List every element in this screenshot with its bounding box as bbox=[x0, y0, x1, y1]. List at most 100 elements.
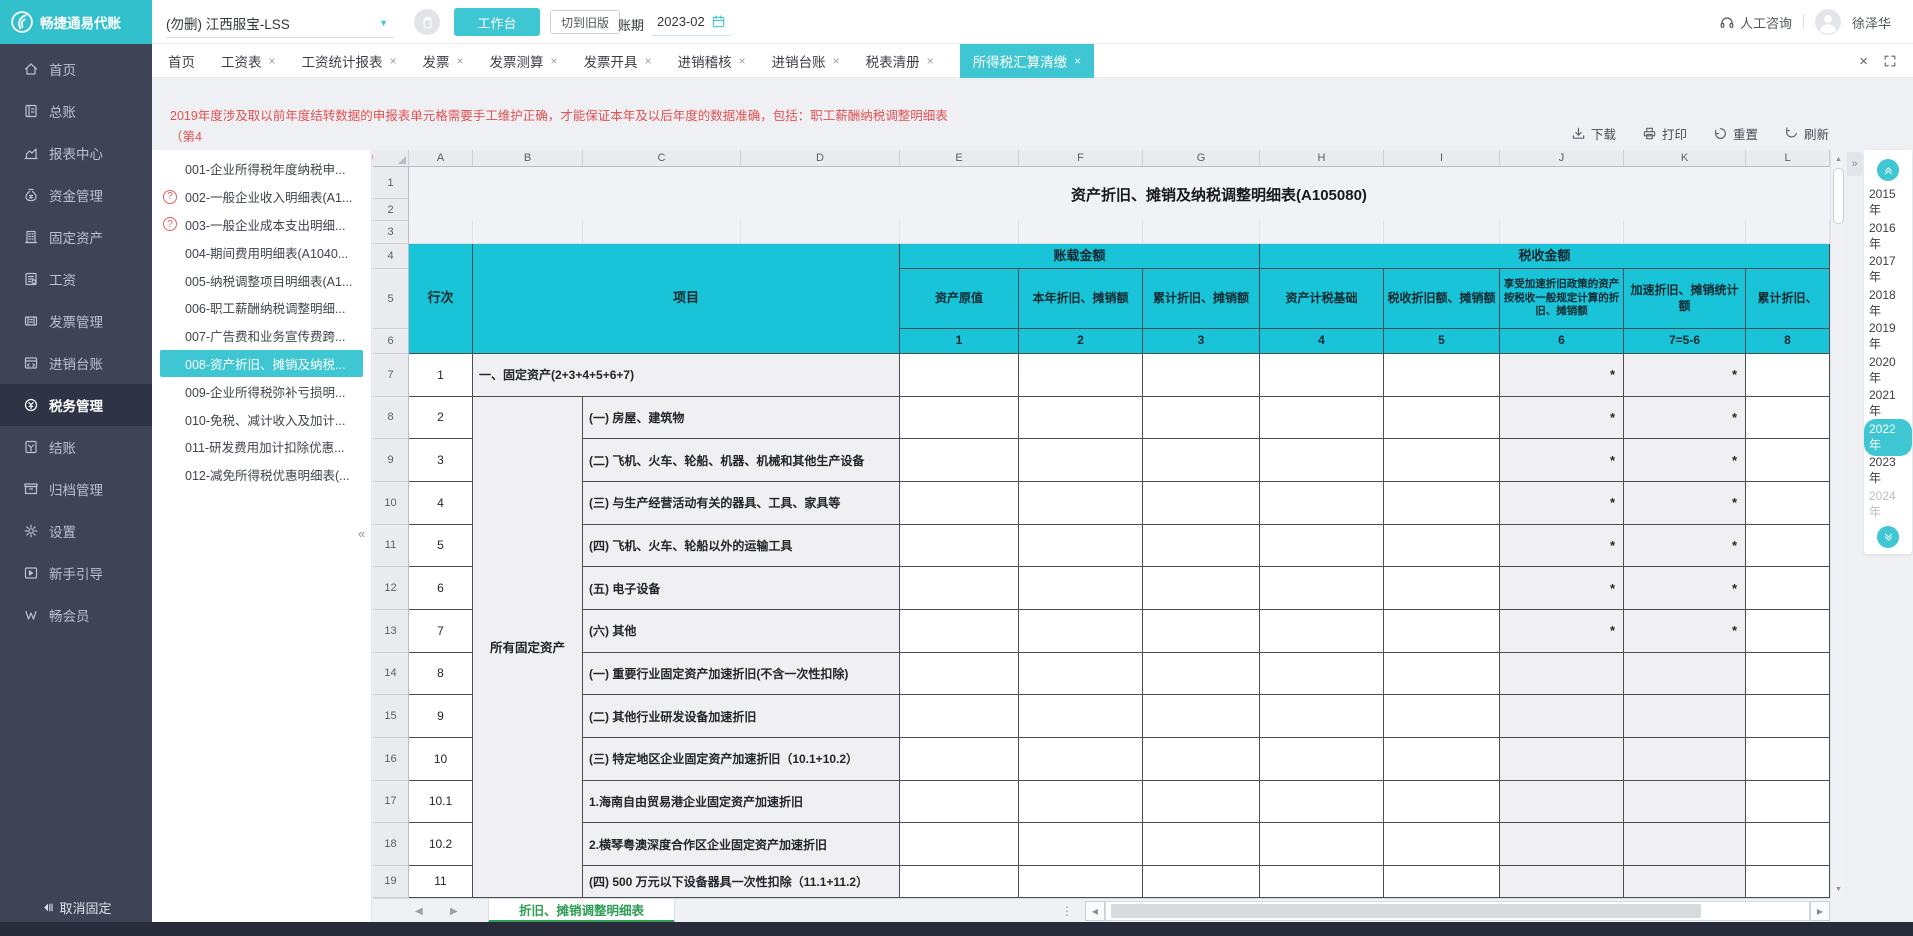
cell-lineno-6[interactable]: 6 bbox=[409, 567, 473, 610]
cell-G-row11[interactable] bbox=[1143, 524, 1260, 568]
tab-6[interactable]: 进销稽核 × bbox=[678, 44, 746, 78]
cell-J-row14[interactable] bbox=[1500, 652, 1624, 696]
cell-I-row9[interactable] bbox=[1384, 439, 1500, 482]
column-header-F[interactable]: F bbox=[1019, 150, 1143, 167]
cell-lineno-11[interactable]: 11 bbox=[409, 866, 473, 898]
header-colnum-1[interactable]: 1 bbox=[900, 329, 1019, 354]
empty-cell[interactable] bbox=[900, 221, 1019, 244]
cell-G-row9[interactable] bbox=[1143, 439, 1260, 482]
cell-E-row15[interactable] bbox=[900, 695, 1019, 738]
tab-2[interactable]: 工资统计报表 × bbox=[302, 44, 397, 78]
empty-cell[interactable] bbox=[1746, 221, 1830, 244]
tab-close-icon[interactable]: × bbox=[645, 54, 652, 68]
tab-7[interactable]: 进销台账 × bbox=[772, 44, 840, 78]
cell-L-row16[interactable] bbox=[1746, 738, 1830, 781]
tab-4[interactable]: 发票测算 × bbox=[490, 44, 558, 78]
header-colnum-8[interactable]: 8 bbox=[1746, 329, 1830, 354]
cell-I-row18[interactable] bbox=[1384, 823, 1500, 866]
row-header-14[interactable]: 14 bbox=[373, 652, 409, 696]
row-header-19[interactable]: 19 bbox=[373, 866, 409, 898]
column-header-K[interactable]: K bbox=[1624, 150, 1746, 167]
header-book-group[interactable]: 账载金额 bbox=[900, 244, 1260, 269]
tab-3[interactable]: 发票 × bbox=[423, 44, 464, 78]
year-2015年[interactable]: 2015年 bbox=[1864, 186, 1912, 220]
header-item[interactable]: 项目 bbox=[473, 244, 900, 354]
cell-J-row19[interactable] bbox=[1500, 866, 1624, 898]
cell-H-row18[interactable] bbox=[1260, 823, 1384, 866]
cell-E-row9[interactable] bbox=[900, 439, 1019, 482]
cell-J-row7[interactable]: * bbox=[1500, 354, 1624, 397]
row-header-6[interactable]: 6 bbox=[373, 329, 409, 354]
cell-H-row17[interactable] bbox=[1260, 780, 1384, 824]
support-button[interactable]: 人工咨询 bbox=[1719, 13, 1792, 32]
cell-L-row8[interactable] bbox=[1746, 396, 1830, 440]
cell-L-row9[interactable] bbox=[1746, 439, 1830, 482]
cell-J-row11[interactable]: * bbox=[1500, 524, 1624, 568]
cell-E-row11[interactable] bbox=[900, 524, 1019, 568]
tab-close-icon[interactable]: × bbox=[457, 54, 464, 68]
cell-I-row14[interactable] bbox=[1384, 652, 1500, 696]
empty-cell[interactable] bbox=[741, 221, 900, 244]
cell-lineno-3[interactable]: 3 bbox=[409, 439, 473, 482]
cell-H-row13[interactable] bbox=[1260, 610, 1384, 653]
report-item-4[interactable]: 005-纳税调整项目明细表(A1... bbox=[152, 266, 371, 294]
header-col-6[interactable]: 享受加速折旧政策的资产按税收一般规定计算的折旧、摊销额 bbox=[1500, 269, 1624, 329]
cell-F-row15[interactable] bbox=[1019, 695, 1143, 738]
cell-lineno-9[interactable]: 9 bbox=[409, 695, 473, 738]
cell-H-row11[interactable] bbox=[1260, 524, 1384, 568]
sidebar-item-fixed-assets[interactable]: 固定资产 bbox=[0, 216, 152, 258]
cell-K-row8[interactable]: * bbox=[1624, 396, 1746, 440]
cell-J-row16[interactable] bbox=[1500, 738, 1624, 781]
year-2018年[interactable]: 2018年 bbox=[1864, 287, 1912, 321]
cell-K-row15[interactable] bbox=[1624, 695, 1746, 738]
cell-E-row16[interactable] bbox=[900, 738, 1019, 781]
cell-K-row16[interactable] bbox=[1624, 738, 1746, 781]
sheet-title[interactable]: 资产折旧、摊销及纳税调整明细表(A105080) bbox=[409, 167, 1830, 221]
cell-lineno-10[interactable]: 10 bbox=[409, 738, 473, 781]
report-item-2[interactable]: ? 003-一般企业成本支出明细... bbox=[152, 211, 371, 239]
year-2019年[interactable]: 2019年 bbox=[1864, 320, 1912, 354]
report-item-0[interactable]: 001-企业所得税年度纳税申... bbox=[152, 155, 371, 183]
header-tax-group[interactable]: 税收金额 bbox=[1260, 244, 1830, 269]
cell-H-row8[interactable] bbox=[1260, 396, 1384, 440]
cell-F-row16[interactable] bbox=[1019, 738, 1143, 781]
refresh-button[interactable]: 刷新 bbox=[1784, 124, 1829, 143]
sidebar-item-member[interactable]: 畅会员 bbox=[0, 594, 152, 636]
header-col-7[interactable]: 加速折旧、摊销统计额 bbox=[1624, 269, 1746, 329]
avatar[interactable] bbox=[1814, 9, 1841, 35]
cell-F-row13[interactable] bbox=[1019, 610, 1143, 653]
sidebar-item-invoice[interactable]: 发票管理 bbox=[0, 300, 152, 342]
cell-H-row15[interactable] bbox=[1260, 695, 1384, 738]
cell-F-row12[interactable] bbox=[1019, 567, 1143, 610]
cell-E-row13[interactable] bbox=[900, 610, 1019, 653]
cell-H-row19[interactable] bbox=[1260, 866, 1384, 898]
unpin-sidebar-button[interactable]: 取消固定 bbox=[0, 892, 152, 922]
empty-cell[interactable] bbox=[409, 221, 473, 244]
cell-G-row17[interactable] bbox=[1143, 780, 1260, 824]
column-header-L[interactable]: L bbox=[1746, 150, 1830, 167]
header-col-5[interactable]: 税收折旧额、摊销额 bbox=[1384, 269, 1500, 329]
cell-G-row14[interactable] bbox=[1143, 652, 1260, 696]
cell-J-row9[interactable]: * bbox=[1500, 439, 1624, 482]
column-header-I[interactable]: I bbox=[1384, 150, 1500, 167]
cell-item-8[interactable]: (一) 重要行业固定资产加速折旧(不含一次性扣除) bbox=[583, 652, 900, 696]
cell-item-10.2[interactable]: 2.横琴粤澳深度合作区企业固定资产加速折旧 bbox=[583, 823, 900, 866]
cell-L-row17[interactable] bbox=[1746, 780, 1830, 824]
cell-L-row15[interactable] bbox=[1746, 695, 1830, 738]
cell-K-row14[interactable] bbox=[1624, 652, 1746, 696]
cell-L-row13[interactable] bbox=[1746, 610, 1830, 653]
row-header-13[interactable]: 13 bbox=[373, 610, 409, 653]
report-item-11[interactable]: 012-减免所得税优惠明细表(... bbox=[152, 461, 371, 489]
cell-item-3[interactable]: (二) 飞机、火车、轮船、机器、机械和其他生产设备 bbox=[583, 439, 900, 482]
expand-year-panel-icon[interactable]: » bbox=[1847, 152, 1862, 176]
cell-E-row12[interactable] bbox=[900, 567, 1019, 610]
cell-K-row7[interactable]: * bbox=[1624, 354, 1746, 397]
year-2022年[interactable]: 2022年 bbox=[1864, 418, 1912, 456]
year-2023年[interactable]: 2023年 bbox=[1864, 454, 1912, 488]
column-header-J[interactable]: J bbox=[1500, 150, 1624, 167]
cell-E-row8[interactable] bbox=[900, 396, 1019, 440]
cell-L-row14[interactable] bbox=[1746, 652, 1830, 696]
sidebar-item-settings[interactable]: 设置 bbox=[0, 510, 152, 552]
empty-cell[interactable] bbox=[1260, 221, 1384, 244]
cell-K-row12[interactable]: * bbox=[1624, 567, 1746, 610]
